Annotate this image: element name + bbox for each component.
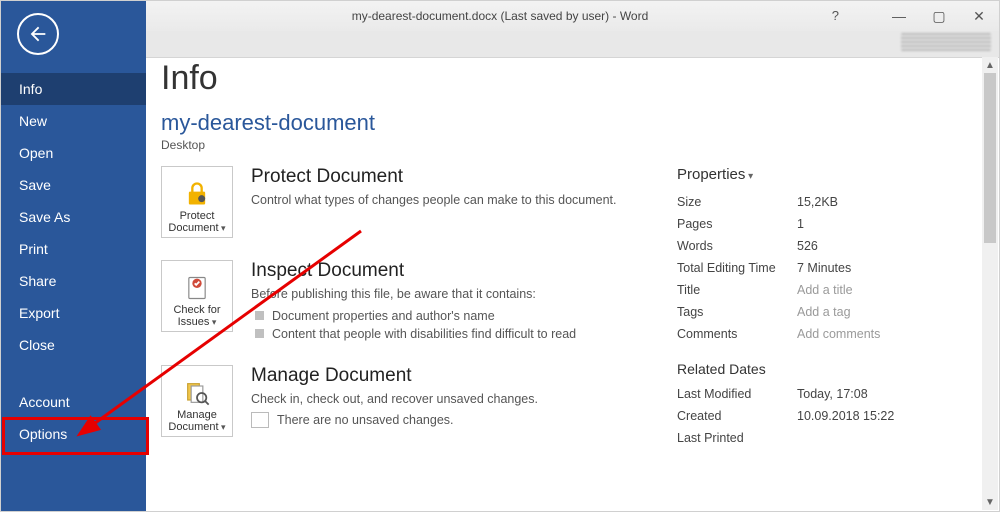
property-row: Total Editing Time7 Minutes (677, 257, 974, 279)
protect-block: Protect Document Protect Document Contro… (161, 166, 661, 238)
protect-heading: Protect Document (251, 166, 617, 188)
property-row: Words526 (677, 235, 974, 257)
page-title: Info (161, 59, 974, 98)
account-area[interactable] (901, 33, 991, 51)
tile-label: Check for Issues (162, 304, 232, 328)
close-button[interactable]: ✕ (959, 1, 999, 31)
manage-desc: Check in, check out, and recover unsaved… (251, 391, 538, 408)
property-row: Size15,2KB (677, 191, 974, 213)
lock-icon (183, 180, 211, 208)
ribbon-strip (146, 31, 999, 58)
unsaved-changes-row: There are no unsaved changes. (251, 412, 538, 428)
document-check-icon (183, 274, 211, 302)
scroll-up-button[interactable]: ▲ (982, 57, 998, 73)
properties-panel: Properties Size15,2KBPages1Words526Total… (661, 166, 974, 459)
sidebar-item-open[interactable]: Open (1, 137, 146, 169)
property-key: Tags (677, 305, 797, 319)
restore-button[interactable]: ▢ (919, 1, 959, 31)
property-value: 526 (797, 239, 818, 253)
document-icon (251, 412, 269, 428)
bullet-icon (255, 311, 264, 320)
scroll-thumb[interactable] (984, 73, 996, 243)
property-row: TagsAdd a tag (677, 301, 974, 323)
date-row: Last Printed (677, 427, 974, 449)
document-location[interactable]: Desktop (161, 138, 974, 152)
backstage-menu: Info New Open Save Save As Print Share E… (1, 73, 146, 450)
sidebar-item-options[interactable]: Options (1, 418, 146, 450)
property-row: CommentsAdd comments (677, 323, 974, 345)
sidebar-item-close[interactable]: Close (1, 329, 146, 361)
property-value: 7 Minutes (797, 261, 851, 275)
inspect-heading: Inspect Document (251, 260, 576, 282)
property-key: Words (677, 239, 797, 253)
property-row: TitleAdd a title (677, 279, 974, 301)
date-value: 10.09.2018 15:22 (797, 409, 894, 423)
property-key: Total Editing Time (677, 261, 797, 275)
manage-document-button[interactable]: Manage Document (161, 365, 233, 437)
property-value[interactable]: Add comments (797, 327, 880, 341)
info-panel: Info my-dearest-document Desktop Protect… (161, 57, 974, 511)
scrollbar[interactable]: ▲ ▼ (982, 57, 998, 510)
tile-label: Manage Document (162, 409, 232, 433)
property-key: Size (677, 195, 797, 209)
property-key: Comments (677, 327, 797, 341)
tile-label: Protect Document (162, 210, 232, 234)
check-issues-button[interactable]: Check for Issues (161, 260, 233, 332)
window-title: my-dearest-document.docx (Last saved by … (1, 9, 999, 23)
sidebar-item-share[interactable]: Share (1, 265, 146, 297)
document-name[interactable]: my-dearest-document (161, 110, 974, 136)
bullet-icon (255, 329, 264, 338)
date-value: Today, 17:08 (797, 387, 868, 401)
minimize-button[interactable]: — (879, 1, 919, 31)
manage-block: Manage Document Manage Document Check in… (161, 365, 661, 437)
info-left-column: Protect Document Protect Document Contro… (161, 166, 661, 459)
date-key: Created (677, 409, 797, 423)
date-key: Last Modified (677, 387, 797, 401)
sidebar-item-print[interactable]: Print (1, 233, 146, 265)
property-value: 15,2KB (797, 195, 838, 209)
inspect-lead: Before publishing this file, be aware th… (251, 286, 576, 303)
manage-heading: Manage Document (251, 365, 538, 387)
sidebar-item-export[interactable]: Export (1, 297, 146, 329)
date-key: Last Printed (677, 431, 797, 445)
inspect-block: Check for Issues Inspect Document Before… (161, 260, 661, 343)
sidebar-item-info[interactable]: Info (1, 73, 146, 105)
help-button[interactable]: ? (832, 1, 839, 31)
sidebar-item-account[interactable]: Account (1, 386, 146, 418)
date-row: Created10.09.2018 15:22 (677, 405, 974, 427)
sidebar-item-save[interactable]: Save (1, 169, 146, 201)
property-key: Title (677, 283, 797, 297)
protect-desc: Control what types of changes people can… (251, 192, 617, 209)
back-arrow-icon (27, 23, 49, 45)
property-row: Pages1 (677, 213, 974, 235)
property-value: 1 (797, 217, 804, 231)
sidebar-item-new[interactable]: New (1, 105, 146, 137)
properties-heading[interactable]: Properties (677, 166, 974, 183)
scroll-down-button[interactable]: ▼ (982, 494, 998, 510)
back-button[interactable] (17, 13, 59, 55)
property-value[interactable]: Add a title (797, 283, 853, 297)
title-bar: my-dearest-document.docx (Last saved by … (1, 1, 999, 31)
document-search-icon (183, 379, 211, 407)
sidebar-item-save-as[interactable]: Save As (1, 201, 146, 233)
backstage-sidebar: Info New Open Save Save As Print Share E… (1, 1, 146, 511)
date-row: Last ModifiedToday, 17:08 (677, 383, 974, 405)
word-backstage: my-dearest-document.docx (Last saved by … (0, 0, 1000, 512)
inspect-item: Document properties and author's name (251, 307, 576, 325)
property-value[interactable]: Add a tag (797, 305, 851, 319)
property-key: Pages (677, 217, 797, 231)
related-dates-heading: Related Dates (677, 361, 974, 377)
protect-document-button[interactable]: Protect Document (161, 166, 233, 238)
inspect-item: Content that people with disabilities fi… (251, 325, 576, 343)
